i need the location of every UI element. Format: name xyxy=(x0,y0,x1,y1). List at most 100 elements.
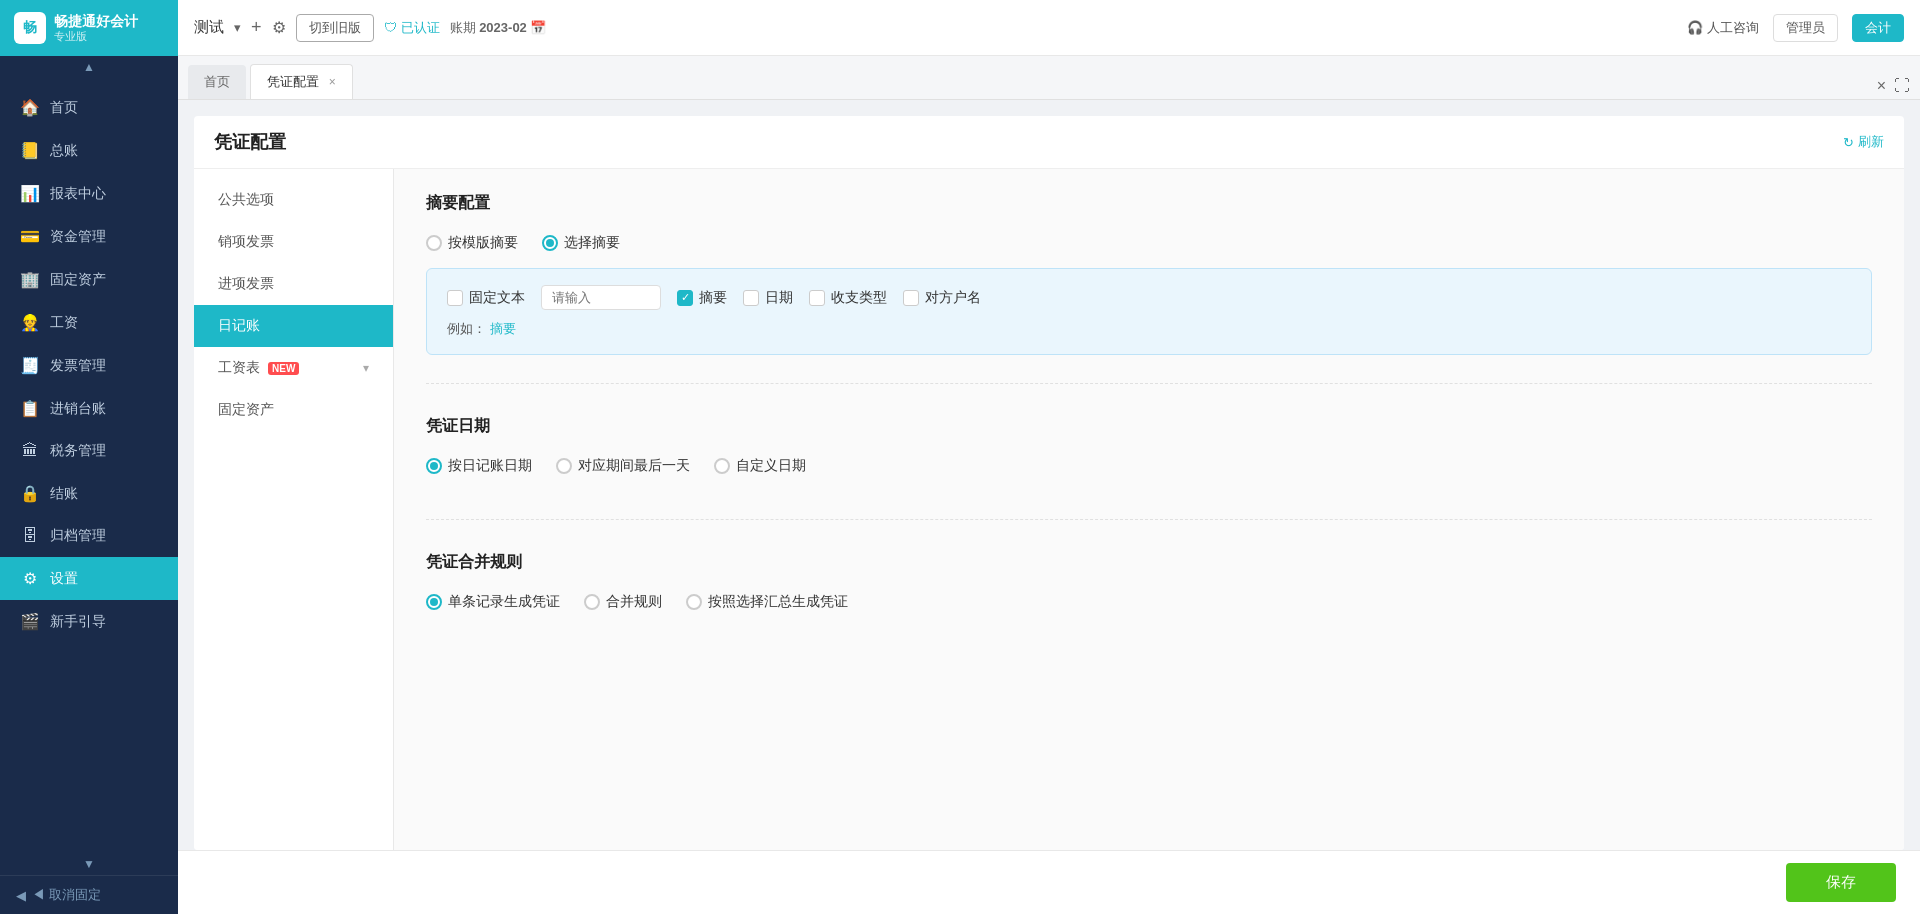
tab-voucher-config[interactable]: 凭证配置 × xyxy=(250,64,353,99)
close-period-icon: 🔒 xyxy=(20,484,40,503)
left-nav-diary[interactable]: 日记账 xyxy=(194,305,393,347)
main-area: 测试 ▾ + ⚙ 切到旧版 🛡 已认证 账期 2023-02 📅 🎧 人工咨询 … xyxy=(178,0,1920,914)
left-nav-fixed-assets[interactable]: 固定资产 xyxy=(194,389,393,431)
company-dropdown[interactable]: ▾ xyxy=(234,20,241,35)
add-button[interactable]: + xyxy=(251,17,262,38)
radio-custom-date[interactable]: 自定义日期 xyxy=(714,457,806,475)
checkbox-date-box xyxy=(743,290,759,306)
consult-label: 人工咨询 xyxy=(1707,19,1759,37)
radio-diary-date[interactable]: 按日记账日期 xyxy=(426,457,532,475)
radio-single-record[interactable]: 单条记录生成凭证 xyxy=(426,593,560,611)
checkbox-date-label: 日期 xyxy=(765,289,793,307)
save-button[interactable]: 保存 xyxy=(1786,863,1896,902)
left-nav-payroll-table[interactable]: 工资表 NEW ▾ xyxy=(194,347,393,389)
radio-last-day[interactable]: 对应期间最后一天 xyxy=(556,457,690,475)
home-icon: 🏠 xyxy=(20,98,40,117)
section-voucher-merge: 凭证合并规则 单条记录生成凭证 合并规则 按照选择汇总生成凭证 xyxy=(426,552,1872,655)
checkbox-fixed-text[interactable]: 固定文本 xyxy=(447,289,525,307)
radio-merge-label: 合并规则 xyxy=(606,593,662,611)
radio-select-label: 选择摘要 xyxy=(564,234,620,252)
logo-subtitle: 专业版 xyxy=(54,30,138,43)
checkbox-counterpart[interactable]: 对方户名 xyxy=(903,289,981,307)
report-icon: 📊 xyxy=(20,184,40,203)
sidebar-item-capital[interactable]: 💳 资金管理 xyxy=(0,215,178,258)
switch-old-version-button[interactable]: 切到旧版 xyxy=(296,14,374,42)
radio-custom-date-label: 自定义日期 xyxy=(736,457,806,475)
sidebar-item-label: 首页 xyxy=(50,99,78,117)
sidebar: 畅 畅捷通好会计 专业版 ▲ 🏠 首页 📒 总账 📊 报表中心 💳 资金管理 🏢 xyxy=(0,0,178,914)
cancel-pin-button[interactable]: ◀ ◀ 取消固定 xyxy=(0,875,178,914)
sidebar-item-home[interactable]: 🏠 首页 xyxy=(0,86,178,129)
section-voucher-date: 凭证日期 按日记账日期 对应期间最后一天 自定义日期 xyxy=(426,416,1872,520)
voucher-date-radio-group: 按日记账日期 对应期间最后一天 自定义日期 xyxy=(426,457,1872,475)
refresh-button[interactable]: ↻ 刷新 xyxy=(1843,133,1884,151)
sidebar-item-guide[interactable]: 🎬 新手引导 xyxy=(0,600,178,643)
sidebar-item-payroll[interactable]: 👷 工资 xyxy=(0,301,178,344)
checkbox-income-type-box xyxy=(809,290,825,306)
settings-gear-icon[interactable]: ⚙ xyxy=(272,18,286,37)
left-nav-purchase-invoice[interactable]: 进项发票 xyxy=(194,263,393,305)
checkbox-date[interactable]: 日期 xyxy=(743,289,793,307)
consult-button[interactable]: 🎧 人工咨询 xyxy=(1687,19,1759,37)
sidebar-item-label: 资金管理 xyxy=(50,228,106,246)
radio-merge-circle xyxy=(584,594,600,610)
checkbox-summary[interactable]: ✓ 摘要 xyxy=(677,289,727,307)
checkbox-summary-label: 摘要 xyxy=(699,289,727,307)
page-title: 凭证配置 xyxy=(214,130,286,154)
tab-voucher-config-label: 凭证配置 xyxy=(267,74,319,89)
tab-home[interactable]: 首页 xyxy=(188,65,246,99)
guide-icon: 🎬 xyxy=(20,612,40,631)
left-nav-public[interactable]: 公共选项 xyxy=(194,179,393,221)
sidebar-scroll-down[interactable]: ▼ xyxy=(0,853,178,875)
ledger-icon: 📒 xyxy=(20,141,40,160)
close-tab-button[interactable]: × xyxy=(1877,77,1886,95)
logo-title: 畅捷通好会计 xyxy=(54,13,138,30)
accountant-role-button[interactable]: 会计 xyxy=(1852,14,1904,42)
manager-role-button[interactable]: 管理员 xyxy=(1773,14,1838,42)
radio-custom-date-circle xyxy=(714,458,730,474)
tab-close-icon[interactable]: × xyxy=(329,75,336,89)
radio-last-day-circle xyxy=(556,458,572,474)
left-nav-sales-invoice[interactable]: 销项发票 xyxy=(194,221,393,263)
sidebar-item-invoice-mgmt[interactable]: 🧾 发票管理 xyxy=(0,344,178,387)
radio-template-summary[interactable]: 按模版摘要 xyxy=(426,234,518,252)
radio-single-label: 单条记录生成凭证 xyxy=(448,593,560,611)
sidebar-item-purchases[interactable]: 📋 进销台账 xyxy=(0,387,178,430)
sidebar-scroll-up[interactable]: ▲ xyxy=(0,56,178,78)
bottom-bar: 保存 xyxy=(178,850,1920,914)
radio-template-label: 按模版摘要 xyxy=(448,234,518,252)
cancel-pin-label: ◀ 取消固定 xyxy=(32,886,101,904)
period-label: 账期 2023-02 📅 xyxy=(450,19,547,37)
summary-options-row: 固定文本 ✓ 摘要 日期 xyxy=(447,285,1851,310)
sidebar-item-settings[interactable]: ⚙ 设置 xyxy=(0,557,178,600)
sidebar-item-close[interactable]: 🔒 结账 xyxy=(0,472,178,515)
checkbox-counterpart-box xyxy=(903,290,919,306)
fullscreen-button[interactable]: ⛶ xyxy=(1894,77,1910,95)
headset-icon: 🎧 xyxy=(1687,20,1703,35)
checkbox-income-type-label: 收支类型 xyxy=(831,289,887,307)
radio-summary-generate[interactable]: 按照选择汇总生成凭证 xyxy=(686,593,848,611)
sidebar-item-archive[interactable]: 🗄 归档管理 xyxy=(0,515,178,557)
topbar: 测试 ▾ + ⚙ 切到旧版 🛡 已认证 账期 2023-02 📅 🎧 人工咨询 … xyxy=(178,0,1920,56)
sidebar-item-label: 发票管理 xyxy=(50,357,106,375)
radio-merge-rule[interactable]: 合并规则 xyxy=(584,593,662,611)
checkbox-income-type[interactable]: 收支类型 xyxy=(809,289,887,307)
sidebar-item-label: 税务管理 xyxy=(50,442,106,460)
sidebar-logo: 畅 畅捷通好会计 专业版 xyxy=(0,0,178,56)
sidebar-item-tax[interactable]: 🏛 税务管理 xyxy=(0,430,178,472)
sidebar-item-label: 结账 xyxy=(50,485,78,503)
voucher-date-title: 凭证日期 xyxy=(426,416,1872,437)
radio-select-circle xyxy=(542,235,558,251)
assets-icon: 🏢 xyxy=(20,270,40,289)
tab-home-label: 首页 xyxy=(204,74,230,89)
radio-select-summary[interactable]: 选择摘要 xyxy=(542,234,620,252)
sidebar-item-assets[interactable]: 🏢 固定资产 xyxy=(0,258,178,301)
sidebar-item-report[interactable]: 📊 报表中心 xyxy=(0,172,178,215)
purchases-icon: 📋 xyxy=(20,399,40,418)
fixed-text-input[interactable] xyxy=(541,285,661,310)
radio-summary-generate-label: 按照选择汇总生成凭证 xyxy=(708,593,848,611)
capital-icon: 💳 xyxy=(20,227,40,246)
sidebar-item-ledger[interactable]: 📒 总账 xyxy=(0,129,178,172)
invoice-mgmt-icon: 🧾 xyxy=(20,356,40,375)
certified-badge: 🛡 已认证 xyxy=(384,19,440,37)
